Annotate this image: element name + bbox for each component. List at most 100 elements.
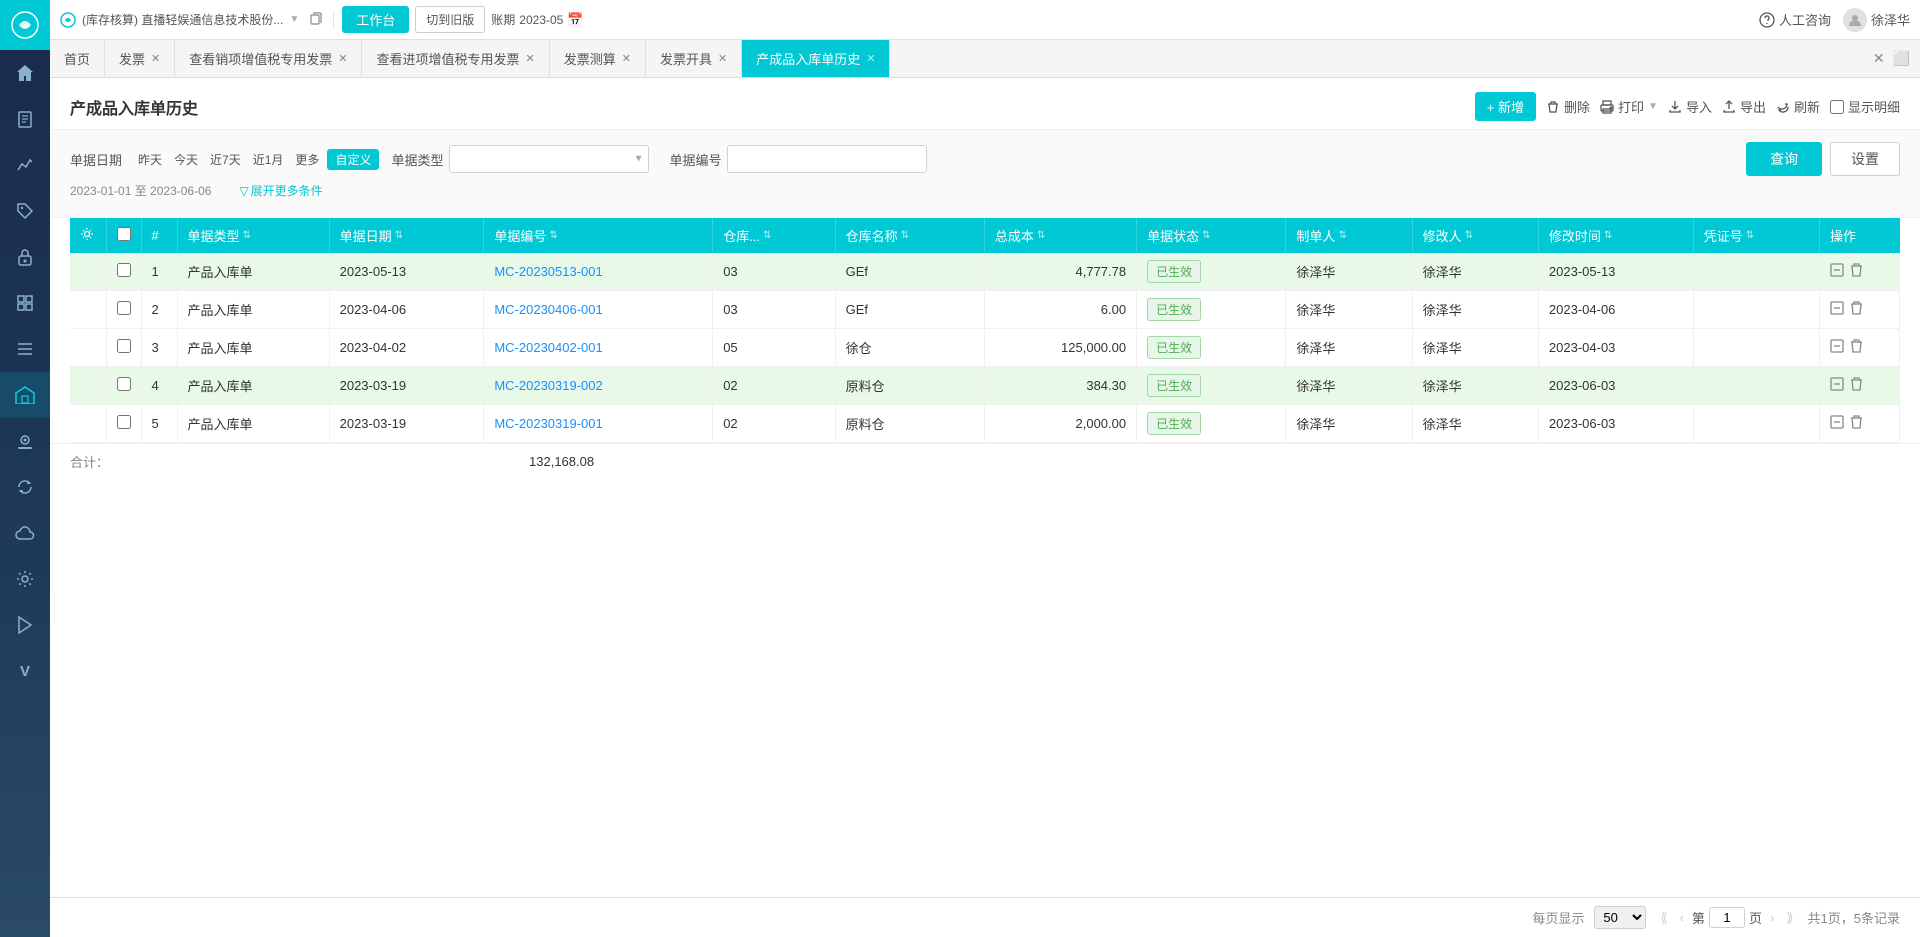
sidebar-item-list[interactable] (0, 326, 50, 372)
tab-invoice-close[interactable]: ✕ (151, 52, 160, 65)
per-page-select[interactable]: 10 20 50 100 (1594, 906, 1646, 929)
sidebar-item-play[interactable] (0, 602, 50, 648)
date-btn-today[interactable]: 今天 (170, 149, 202, 170)
td-checkbox-0[interactable] (106, 253, 141, 291)
tab-invoice[interactable]: 发票 ✕ (105, 40, 175, 78)
user-name[interactable]: 徐泽华 (1871, 10, 1910, 29)
row-edit-icon-2[interactable] (1830, 339, 1844, 356)
sidebar-item-settings[interactable] (0, 556, 50, 602)
sidebar-item-lock[interactable] (0, 234, 50, 280)
th-number[interactable]: 单据编号⇅ (484, 218, 713, 253)
th-date[interactable]: 单据日期⇅ (329, 218, 484, 253)
td-number-2[interactable]: MC-20230402-001 (484, 329, 713, 367)
sidebar-item-home[interactable] (0, 50, 50, 96)
td-number-4[interactable]: MC-20230319-001 (484, 405, 713, 443)
th-checkbox[interactable] (106, 218, 141, 253)
th-status[interactable]: 单据状态⇅ (1137, 218, 1286, 253)
calendar-icon[interactable]: 📅 (567, 12, 583, 28)
th-modify-time[interactable]: 修改时间⇅ (1538, 218, 1693, 253)
date-btn-1month[interactable]: 近1月 (249, 149, 288, 170)
row-delete-icon-1[interactable] (1850, 301, 1863, 318)
row-checkbox-3[interactable] (117, 377, 131, 391)
th-total-cost[interactable]: 总成本⇅ (984, 218, 1136, 253)
workbench-button[interactable]: 工作台 (342, 6, 409, 33)
sidebar-item-refresh[interactable] (0, 464, 50, 510)
sidebar-item-cloud[interactable] (0, 510, 50, 556)
refresh-btn[interactable]: 刷新 (1776, 97, 1820, 116)
td-number-0[interactable]: MC-20230513-001 (484, 253, 713, 291)
tab-invoice-issue[interactable]: 发票开具 ✕ (646, 40, 742, 78)
show-detail-checkbox[interactable]: 显示明细 (1830, 97, 1900, 116)
brand-dropdown-icon[interactable]: ▼ (289, 14, 299, 25)
detail-checkbox-input[interactable] (1830, 100, 1844, 114)
tab-close-all[interactable]: ✕ (1873, 50, 1885, 67)
th-type[interactable]: 单据类型⇅ (177, 218, 329, 253)
tab-purchase-invoice-close[interactable]: ✕ (526, 52, 535, 65)
new-btn[interactable]: + 新增 (1475, 92, 1536, 121)
row-edit-icon-3[interactable] (1830, 377, 1844, 394)
row-checkbox-2[interactable] (117, 339, 131, 353)
date-btn-yesterday[interactable]: 昨天 (134, 149, 166, 170)
old-version-button[interactable]: 切到旧版 (415, 6, 485, 33)
tab-purchase-invoice[interactable]: 查看进项增值税专用发票 ✕ (362, 40, 549, 78)
row-delete-icon-0[interactable] (1850, 263, 1863, 280)
sidebar-item-doc[interactable] (0, 96, 50, 142)
export-btn[interactable]: 导出 (1722, 97, 1766, 116)
row-checkbox-4[interactable] (117, 415, 131, 429)
th-modifier[interactable]: 修改人⇅ (1412, 218, 1538, 253)
sidebar-item-grid[interactable] (0, 280, 50, 326)
tab-product-inbound[interactable]: 产成品入库单历史 ✕ (742, 40, 890, 78)
page-next-btn[interactable]: › (1766, 908, 1778, 927)
th-warehouse-name[interactable]: 仓库名称⇅ (835, 218, 984, 253)
query-button[interactable]: 查询 (1746, 142, 1822, 176)
td-number-1[interactable]: MC-20230406-001 (484, 291, 713, 329)
number-input[interactable] (727, 145, 927, 173)
row-edit-icon-4[interactable] (1830, 415, 1844, 432)
tab-sales-invoice-close[interactable]: ✕ (338, 52, 347, 65)
page-last-btn[interactable]: ⟫ (1782, 908, 1797, 928)
td-checkbox-2[interactable] (106, 329, 141, 367)
td-checkbox-3[interactable] (106, 367, 141, 405)
sidebar-item-analytics[interactable] (0, 142, 50, 188)
th-warehouse-code[interactable]: 仓库...⇅ (713, 218, 835, 253)
page-first-btn[interactable]: ⟪ (1656, 908, 1671, 928)
sidebar-item-stamp[interactable] (0, 418, 50, 464)
set-button[interactable]: 设置 (1830, 142, 1900, 176)
assistant-btn[interactable]: 人工咨询 (1759, 10, 1831, 29)
import-btn[interactable]: 导入 (1668, 97, 1712, 116)
row-delete-icon-4[interactable] (1850, 415, 1863, 432)
th-voucher[interactable]: 凭证号⇅ (1693, 218, 1819, 253)
tab-sales-invoice[interactable]: 查看销项增值税专用发票 ✕ (175, 40, 362, 78)
row-checkbox-1[interactable] (117, 301, 131, 315)
expand-btn[interactable]: ▽ 展开更多条件 (239, 182, 322, 199)
sidebar-item-tag[interactable] (0, 188, 50, 234)
td-checkbox-1[interactable] (106, 291, 141, 329)
row-edit-icon-0[interactable] (1830, 263, 1844, 280)
select-all-checkbox[interactable] (117, 227, 131, 241)
sidebar-item-v[interactable]: V (0, 648, 50, 694)
row-delete-icon-2[interactable] (1850, 339, 1863, 356)
th-settings[interactable] (70, 218, 106, 253)
date-btn-more[interactable]: 更多 (291, 149, 323, 170)
copy-icon[interactable] (309, 11, 323, 28)
row-delete-icon-3[interactable] (1850, 377, 1863, 394)
sidebar-item-warehouse[interactable] (0, 372, 50, 418)
tab-invoice-calc[interactable]: 发票测算 ✕ (550, 40, 646, 78)
print-btn[interactable]: 打印 ▼ (1600, 97, 1658, 116)
page-input[interactable] (1709, 907, 1745, 928)
th-creator[interactable]: 制单人⇅ (1286, 218, 1412, 253)
delete-btn[interactable]: 删除 (1546, 97, 1590, 116)
td-checkbox-4[interactable] (106, 405, 141, 443)
row-checkbox-0[interactable] (117, 263, 131, 277)
tab-fullscreen[interactable]: ⬜ (1893, 50, 1910, 67)
print-dropdown-icon[interactable]: ▼ (1648, 101, 1658, 112)
date-btn-7days[interactable]: 近7天 (206, 149, 245, 170)
date-btn-custom[interactable]: 自定义 (327, 149, 379, 170)
tab-invoice-calc-close[interactable]: ✕ (622, 52, 631, 65)
tab-home[interactable]: 首页 (50, 40, 105, 78)
tab-invoice-issue-close[interactable]: ✕ (718, 52, 727, 65)
type-select[interactable]: 产品入库单 (449, 145, 649, 173)
row-edit-icon-1[interactable] (1830, 301, 1844, 318)
page-prev-btn[interactable]: ‹ (1676, 908, 1688, 927)
tab-product-inbound-close[interactable]: ✕ (866, 52, 875, 65)
